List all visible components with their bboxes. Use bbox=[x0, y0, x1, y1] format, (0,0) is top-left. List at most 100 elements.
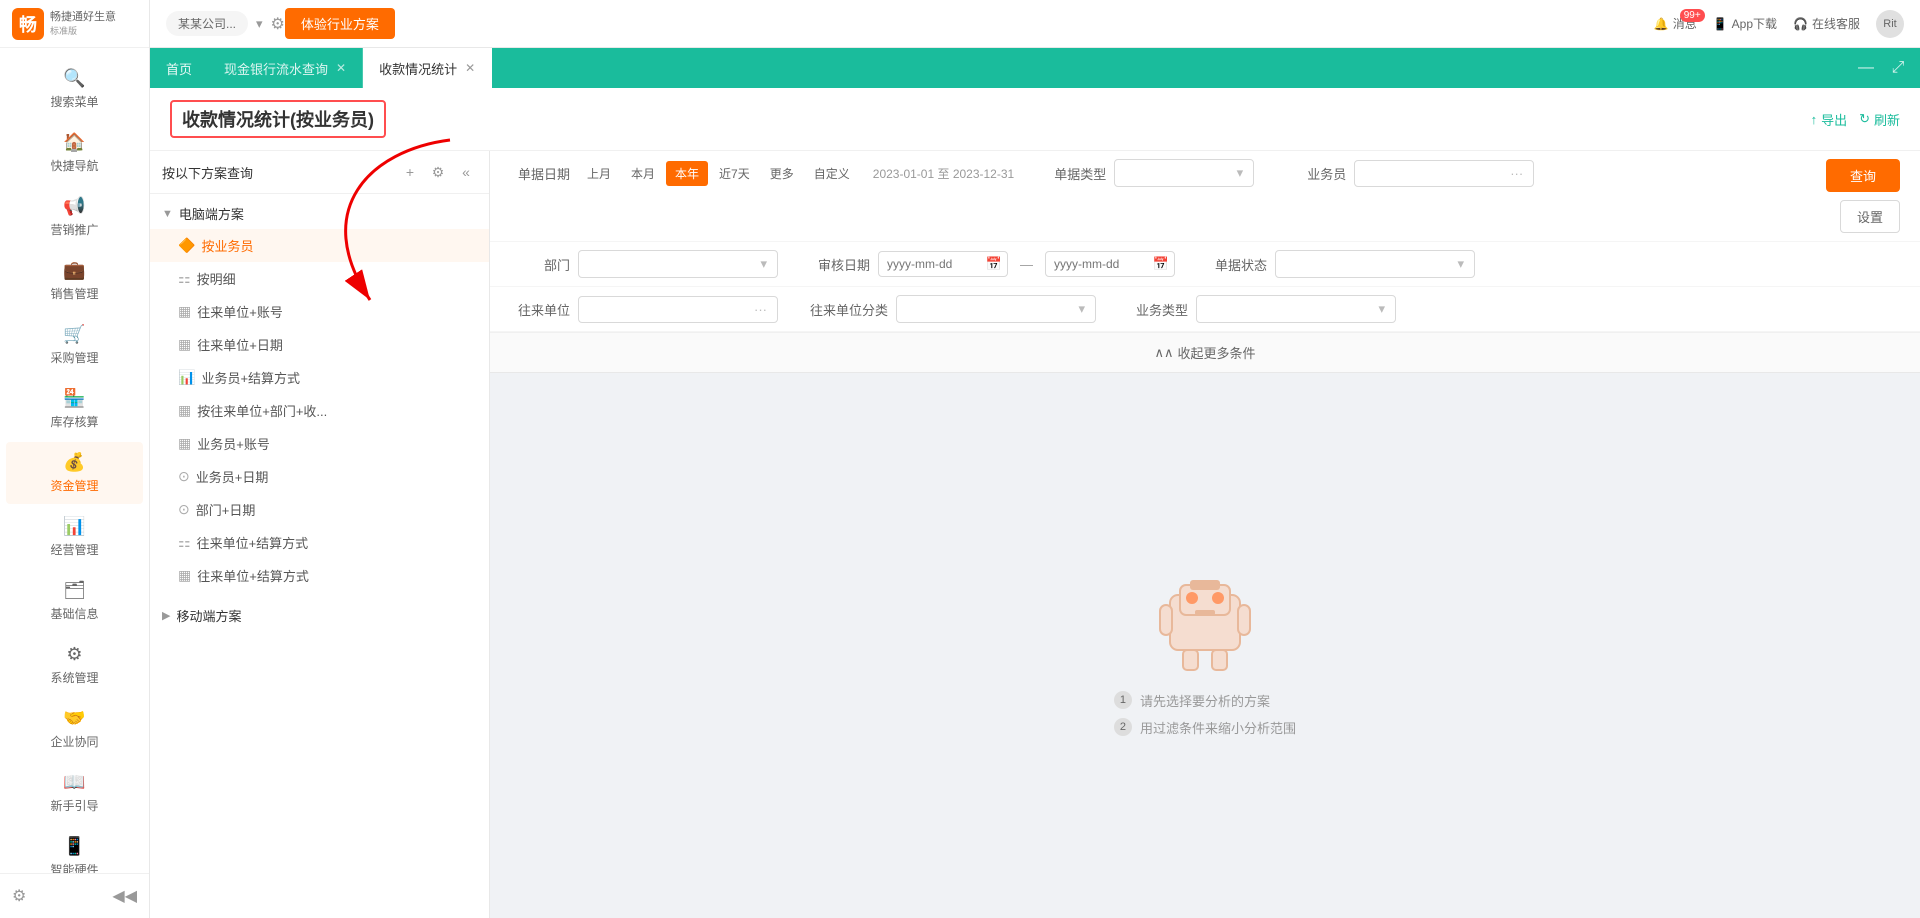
sidebar-item-inventory[interactable]: 🏪 库存核算 bbox=[6, 378, 143, 440]
biz-type-select[interactable]: ▾ bbox=[1196, 295, 1396, 323]
enterprise-icon: 🤝 bbox=[63, 708, 85, 729]
tab-expand-btn[interactable]: ⤢ bbox=[1884, 54, 1912, 82]
scheme-item-staff-account[interactable]: ▦ 业务员+账号 bbox=[150, 427, 489, 460]
left-panel-header: 按以下方案查询 + ⚙ « bbox=[150, 151, 489, 194]
date-label: 单据日期 bbox=[510, 164, 570, 183]
date-btn-7days[interactable]: 近7天 bbox=[710, 161, 759, 186]
unit-select[interactable]: ··· bbox=[578, 296, 778, 323]
tab-collection[interactable]: 收款情况统计 ✕ bbox=[363, 48, 492, 88]
pc-scheme-group-title[interactable]: ▼ 电脑端方案 bbox=[150, 198, 489, 229]
date-btn-custom[interactable]: 自定义 bbox=[805, 161, 859, 186]
scheme-item-dept-date[interactable]: ⊙ 部门+日期 bbox=[150, 493, 489, 526]
sidebar-item-search[interactable]: 🔍 搜索菜单 bbox=[6, 58, 143, 120]
scheme-gear-icon: ⚙ bbox=[432, 164, 445, 181]
dept-field-group: 部门 ▾ bbox=[510, 250, 778, 278]
sidebar-item-base[interactable]: 🗂 基础信息 bbox=[6, 570, 143, 632]
unit-account-icon: ▦ bbox=[178, 303, 191, 320]
mobile-group-arrow-icon: ▶ bbox=[162, 609, 170, 622]
settings-footer-btn[interactable]: ⚙ bbox=[12, 886, 26, 906]
sidebar-item-enterprise[interactable]: 🤝 企业协同 bbox=[6, 698, 143, 760]
calendar-start-icon: 📅 bbox=[986, 256, 1002, 272]
base-icon: 🗂 bbox=[63, 580, 86, 601]
scheme-item-staff-date[interactable]: ⊙ 业务员+日期 bbox=[150, 460, 489, 493]
filter-row-2: 部门 ▾ 审核日期 bbox=[490, 242, 1920, 287]
tab-cashflow-close-icon[interactable]: ✕ bbox=[336, 61, 346, 75]
topbar-user[interactable]: 某某公司... bbox=[166, 11, 248, 36]
guide-icon: 📖 bbox=[63, 772, 85, 793]
mobile-scheme-group-title[interactable]: ▶ 移动端方案 bbox=[150, 600, 489, 631]
staff-select-more-icon: ··· bbox=[1510, 166, 1523, 181]
hardware-icon: 📱 bbox=[63, 836, 85, 857]
unit-dept-icon: ▦ bbox=[178, 402, 191, 419]
unit-category-label: 往来单位分类 bbox=[810, 300, 888, 319]
export-button[interactable]: ↑ 导出 bbox=[1811, 110, 1848, 129]
sidebar-item-guide[interactable]: 📖 新手引导 bbox=[6, 762, 143, 824]
date-range-display: 2023-01-01 至 2023-12-31 bbox=[873, 165, 1014, 182]
topbar-right: 🔔 消息 99+ 📱 App下载 🎧 在线客服 Rit bbox=[1654, 10, 1904, 38]
app-download-button[interactable]: 📱 App下载 bbox=[1713, 15, 1777, 32]
sidebar-item-capital[interactable]: 💰 资金管理 bbox=[6, 442, 143, 504]
unit-category-select[interactable]: ▾ bbox=[896, 295, 1096, 323]
date-btn-last-month[interactable]: 上月 bbox=[578, 161, 620, 186]
query-button[interactable]: 查询 bbox=[1826, 159, 1900, 192]
export-icon: ↑ bbox=[1811, 112, 1818, 127]
topbar-dropdown-icon[interactable]: ▾ bbox=[256, 16, 263, 32]
date-btn-more[interactable]: 更多 bbox=[761, 161, 803, 186]
scheme-settings-button[interactable]: ⚙ bbox=[427, 161, 449, 183]
tab-cashflow[interactable]: 现金银行流水查询 ✕ bbox=[208, 48, 363, 88]
sidebar-item-nav[interactable]: 🏠 快捷导航 bbox=[6, 122, 143, 184]
scheme-item-unit-settlement2[interactable]: ▦ 往来单位+结算方式 bbox=[150, 559, 489, 592]
scheme-item-detail[interactable]: ⚏ 按明细 bbox=[150, 262, 489, 295]
online-service-button[interactable]: 🎧 在线客服 bbox=[1793, 15, 1860, 32]
date-btn-this-year[interactable]: 本年 bbox=[666, 161, 708, 186]
type-select[interactable]: ▾ bbox=[1114, 159, 1254, 187]
trial-button[interactable]: 体验行业方案 bbox=[285, 8, 395, 39]
unit-settlement2-icon: ▦ bbox=[178, 567, 191, 584]
search-icon: 🔍 bbox=[63, 68, 85, 89]
dept-label: 部门 bbox=[510, 255, 570, 274]
filter-row-3-fields: 往来单位 ··· 往来单位分类 bbox=[510, 295, 1900, 323]
dept-select[interactable]: ▾ bbox=[578, 250, 778, 278]
scheme-item-unit-date[interactable]: ▦ 往来单位+日期 bbox=[150, 328, 489, 361]
tab-collection-close-icon[interactable]: ✕ bbox=[465, 61, 475, 75]
staff-select[interactable]: ··· bbox=[1354, 160, 1534, 187]
sidebar-item-marketing[interactable]: 📢 营销推广 bbox=[6, 186, 143, 248]
unit-category-field-group: 往来单位分类 ▾ bbox=[810, 295, 1096, 323]
scheme-item-unit-dept[interactable]: ▦ 按往来单位+部门+收... bbox=[150, 394, 489, 427]
refresh-button[interactable]: ↻ 刷新 bbox=[1859, 110, 1900, 129]
date-btn-this-month[interactable]: 本月 bbox=[622, 161, 664, 186]
main-content: 某某公司... ▾ ⚙ 体验行业方案 🔔 消息 99+ 📱 App下载 🎧 在 bbox=[150, 0, 1920, 918]
date-divider: — bbox=[1020, 257, 1033, 272]
sidebar-item-system[interactable]: ⚙ 系统管理 bbox=[6, 634, 143, 696]
collapse-filter-button[interactable]: ∧∧ 收起更多条件 bbox=[490, 332, 1920, 372]
collapse-panel-button[interactable]: « bbox=[455, 161, 477, 183]
sidebar-item-purchase[interactable]: 🛒 采购管理 bbox=[6, 314, 143, 376]
biz-type-field-group: 业务类型 ▾ bbox=[1128, 295, 1396, 323]
scheme-item-unit-settlement1[interactable]: ⚏ 往来单位+结算方式 bbox=[150, 526, 489, 559]
setting-button[interactable]: 设置 bbox=[1840, 200, 1900, 233]
scheme-item-by-staff[interactable]: 🔶 按业务员 bbox=[150, 229, 489, 262]
collapse-sidebar-btn[interactable]: ◀◀ bbox=[112, 886, 137, 906]
system-icon: ⚙ bbox=[66, 644, 82, 665]
topbar-gear-icon[interactable]: ⚙ bbox=[271, 14, 285, 34]
tab-minimize-btn[interactable]: — bbox=[1852, 54, 1880, 82]
add-scheme-button[interactable]: + bbox=[399, 161, 421, 183]
scheme-item-unit-account[interactable]: ▦ 往来单位+账号 bbox=[150, 295, 489, 328]
unit-label: 往来单位 bbox=[510, 300, 570, 319]
unit-more-icon[interactable]: ··· bbox=[754, 302, 767, 317]
staff-settlement-icon: 📊 bbox=[178, 369, 195, 386]
status-select[interactable]: ▾ bbox=[1275, 250, 1475, 278]
logo-name: 畅捷通好生意 bbox=[50, 10, 116, 24]
left-panel: 按以下方案查询 + ⚙ « bbox=[150, 151, 490, 918]
user-avatar[interactable]: Rit bbox=[1876, 10, 1904, 38]
sidebar-item-operations[interactable]: 📊 经营管理 bbox=[6, 506, 143, 568]
messages-button[interactable]: 🔔 消息 99+ bbox=[1654, 15, 1697, 32]
message-badge: 99+ bbox=[1680, 9, 1705, 22]
sidebar-item-sales[interactable]: 💼 销售管理 bbox=[6, 250, 143, 312]
type-select-arrow-icon: ▾ bbox=[1237, 165, 1244, 181]
sidebar: 畅 畅捷通好生意 标准版 🔍 搜索菜单 🏠 快捷导航 📢 营销推广 💼 bbox=[0, 0, 150, 918]
sidebar-item-hardware[interactable]: 📱 智能硬件 bbox=[6, 826, 143, 873]
scheme-item-staff-settlement[interactable]: 📊 业务员+结算方式 bbox=[150, 361, 489, 394]
tab-home[interactable]: 首页 bbox=[150, 59, 208, 78]
sidebar-nav: 🔍 搜索菜单 🏠 快捷导航 📢 营销推广 💼 销售管理 🛒 采购管理 🏪 bbox=[0, 48, 149, 873]
